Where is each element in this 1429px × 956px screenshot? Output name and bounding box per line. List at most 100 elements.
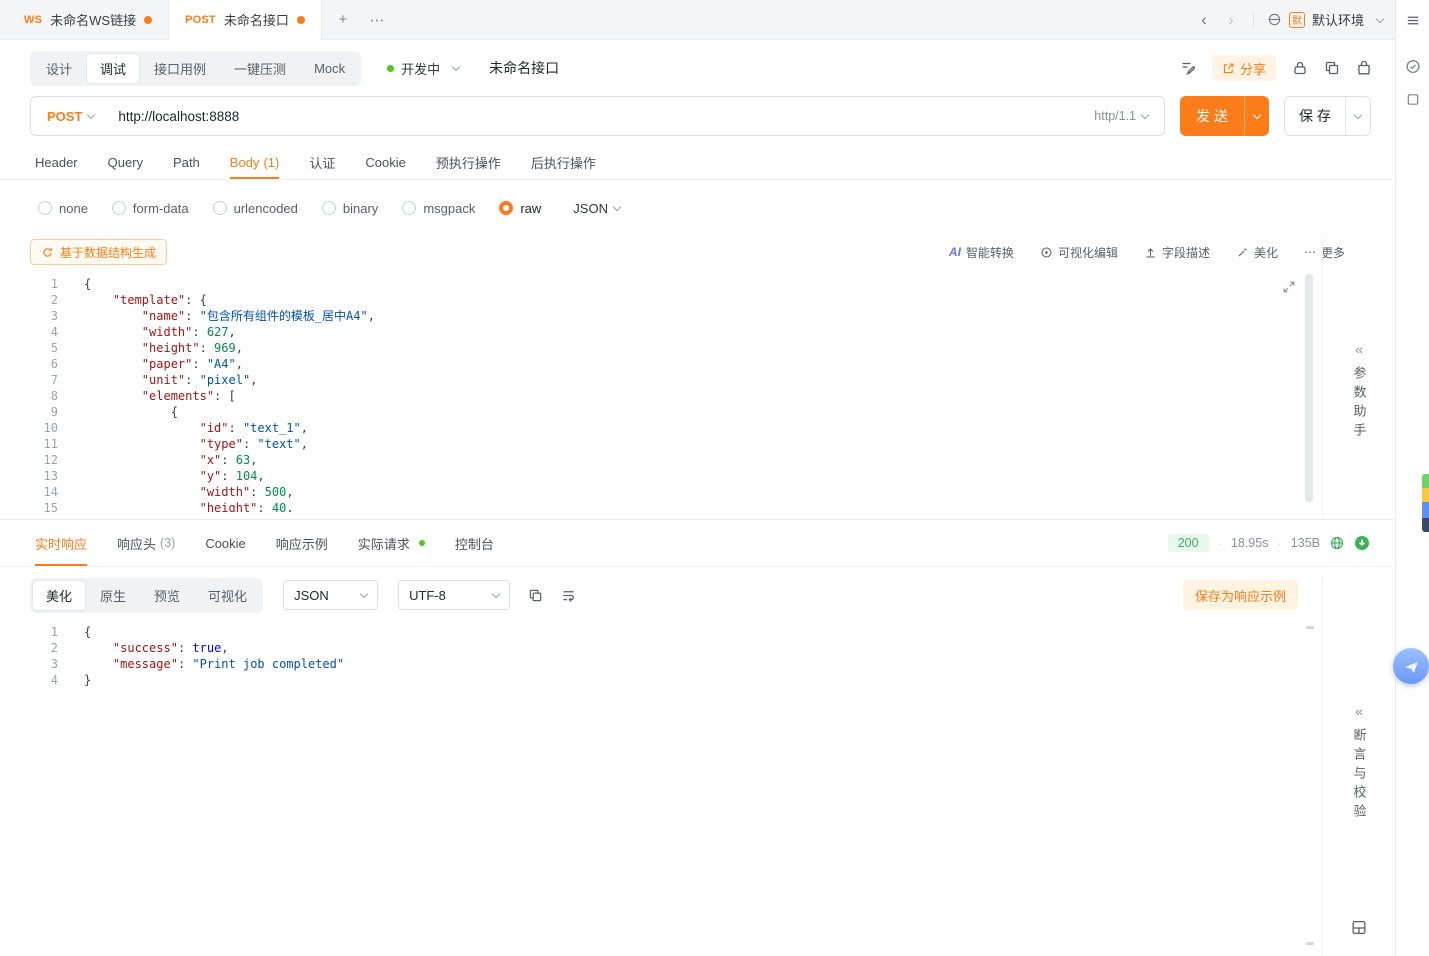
- view-raw[interactable]: 原生: [86, 580, 140, 611]
- params-helper-panel[interactable]: « 参数助手: [1322, 236, 1395, 519]
- share-button[interactable]: 分享: [1211, 55, 1276, 81]
- view-beautify[interactable]: 美化: [32, 579, 87, 611]
- tab-cookie[interactable]: Cookie: [365, 146, 405, 179]
- radio-icon: [111, 201, 126, 215]
- params-helper-title: 参数助手: [1351, 366, 1367, 442]
- save-options-button[interactable]: [1346, 97, 1370, 135]
- chevron-down-icon: [1353, 110, 1363, 120]
- response-encoding-selector[interactable]: UTF-8: [398, 580, 511, 610]
- menu-icon[interactable]: [1405, 13, 1420, 28]
- send-options-button[interactable]: [1245, 96, 1269, 136]
- tab-actual-request[interactable]: 实际请求: [358, 520, 425, 566]
- method-selector[interactable]: POST: [31, 109, 104, 124]
- mode-stress-test[interactable]: 一键压测: [220, 53, 300, 84]
- history-back-icon[interactable]: ‹: [1195, 10, 1213, 30]
- dot-separator: ·: [1217, 535, 1222, 551]
- copy-response-icon[interactable]: [528, 588, 543, 603]
- tab-ws-request[interactable]: WS 未命名WS链接: [8, 0, 168, 40]
- new-tab-button[interactable]: +: [330, 7, 356, 33]
- request-body-editor[interactable]: 1 2 3 4 5 6 7 8 9 10 11 12 13 14 15 { "template": { "n…: [0, 272, 1322, 512]
- response-time: 18.95s: [1230, 536, 1269, 550]
- post-method-label: POST: [185, 13, 216, 26]
- save-button[interactable]: 保 存: [1284, 96, 1371, 136]
- api-status-selector[interactable]: 开发中: [387, 59, 461, 78]
- ai-convert-button[interactable]: AI 智能转换: [949, 244, 1014, 261]
- assistant-float-button[interactable]: [1393, 648, 1429, 684]
- raw-format-selector[interactable]: JSON: [573, 201, 622, 216]
- view-visualize[interactable]: 可视化: [194, 580, 261, 611]
- tab-console[interactable]: 控制台: [455, 520, 494, 566]
- headers-count-badge: (3): [160, 536, 176, 550]
- tab-response-example[interactable]: 响应示例: [276, 520, 328, 566]
- chevron-down-icon: [1252, 110, 1262, 120]
- share-icon: [1223, 62, 1234, 73]
- tab-response-cookie[interactable]: Cookie: [205, 520, 245, 566]
- mode-mock[interactable]: Mock: [300, 55, 359, 82]
- expand-editor-icon[interactable]: [1282, 280, 1296, 294]
- ws-method-label: WS: [24, 13, 43, 26]
- chevron-down-icon: [1140, 110, 1150, 120]
- body-type-none[interactable]: none: [38, 201, 88, 216]
- send-label: 发 送: [1196, 108, 1228, 124]
- view-preview[interactable]: 预览: [140, 580, 194, 611]
- magic-wand-icon: [1238, 247, 1247, 257]
- mode-design[interactable]: 设计: [32, 53, 86, 84]
- edit-doc-icon[interactable]: [1180, 60, 1196, 76]
- network-globe-icon[interactable]: [1329, 535, 1345, 551]
- body-type-urlencoded[interactable]: urlencoded: [212, 201, 298, 216]
- body-type-raw[interactable]: raw: [499, 201, 541, 216]
- tab-header[interactable]: Header: [35, 146, 78, 179]
- assertions-title: 断言与校验: [1351, 728, 1367, 823]
- visual-edit-button[interactable]: 可视化编辑: [1040, 244, 1118, 261]
- mode-debug[interactable]: 调试: [86, 52, 141, 84]
- collapse-left-icon: «: [1355, 703, 1363, 719]
- body-type-row: none form-data urlencoded binary msgpack…: [0, 192, 1395, 224]
- http-version-selector[interactable]: http/1.1: [1094, 109, 1164, 123]
- tab-query[interactable]: Query: [108, 146, 143, 179]
- beautify-button[interactable]: 美化: [1236, 244, 1278, 261]
- body-type-msgpack[interactable]: msgpack: [402, 201, 475, 216]
- share-label: 分享: [1239, 61, 1266, 77]
- url-input[interactable]: http://localhost:8888: [118, 109, 239, 124]
- tab-pre-script[interactable]: 预执行操作: [436, 146, 501, 179]
- word-wrap-icon[interactable]: [561, 588, 576, 603]
- scrollbar-thumb[interactable]: [1305, 274, 1313, 502]
- unsaved-dot: [296, 15, 305, 24]
- download-response-icon[interactable]: [1354, 535, 1370, 551]
- assertions-panel[interactable]: « 断言与校验: [1322, 578, 1395, 956]
- activity-widget[interactable]: [1422, 474, 1429, 532]
- tab-auth[interactable]: 认证: [309, 146, 335, 179]
- tab-response-headers[interactable]: 响应头 (3): [117, 520, 175, 566]
- divider: [1252, 11, 1254, 28]
- chevron-down-icon: [359, 589, 369, 599]
- scrollbar-mark: [1306, 626, 1314, 629]
- response-body-editor[interactable]: 1234 { "success": true, "message": "Prin…: [0, 620, 1322, 956]
- tab-path[interactable]: Path: [173, 146, 200, 179]
- layout-toggle-icon[interactable]: [1351, 919, 1368, 936]
- generate-from-schema-button[interactable]: 基于数据结构生成: [30, 239, 168, 265]
- field-description-button[interactable]: 字段描述: [1144, 244, 1210, 261]
- send-button[interactable]: 发 送: [1180, 96, 1269, 136]
- body-type-binary[interactable]: binary: [321, 201, 378, 216]
- mode-cases[interactable]: 接口用例: [140, 53, 220, 84]
- history-forward-icon[interactable]: ›: [1222, 10, 1240, 30]
- upload-icon: [1146, 247, 1155, 257]
- response-format-selector[interactable]: JSON: [283, 580, 379, 610]
- lock-icon[interactable]: [1292, 60, 1308, 76]
- tab-body[interactable]: Body (1): [230, 146, 280, 179]
- save-as-example-button[interactable]: 保存为响应示例: [1182, 580, 1298, 610]
- tab-post-request[interactable]: POST 未命名接口: [168, 0, 322, 40]
- body-type-form-data[interactable]: form-data: [111, 201, 189, 216]
- editor-scrollbar[interactable]: [1305, 274, 1313, 510]
- environment-selector[interactable]: 默 默认环境: [1267, 10, 1385, 29]
- chevron-down-icon: [491, 589, 501, 599]
- clone-icon[interactable]: [1324, 60, 1340, 76]
- panel-window-icon[interactable]: [1405, 92, 1420, 107]
- tab-post-script[interactable]: 后执行操作: [531, 146, 596, 179]
- dot-separator: ·: [1277, 535, 1282, 551]
- status-circle-icon[interactable]: [1404, 58, 1421, 75]
- tab-list-button[interactable]: ⋯: [364, 7, 390, 33]
- tab-realtime-response[interactable]: 实时响应: [35, 520, 87, 566]
- save-label: 保 存: [1299, 108, 1331, 124]
- archive-icon[interactable]: [1356, 60, 1372, 76]
